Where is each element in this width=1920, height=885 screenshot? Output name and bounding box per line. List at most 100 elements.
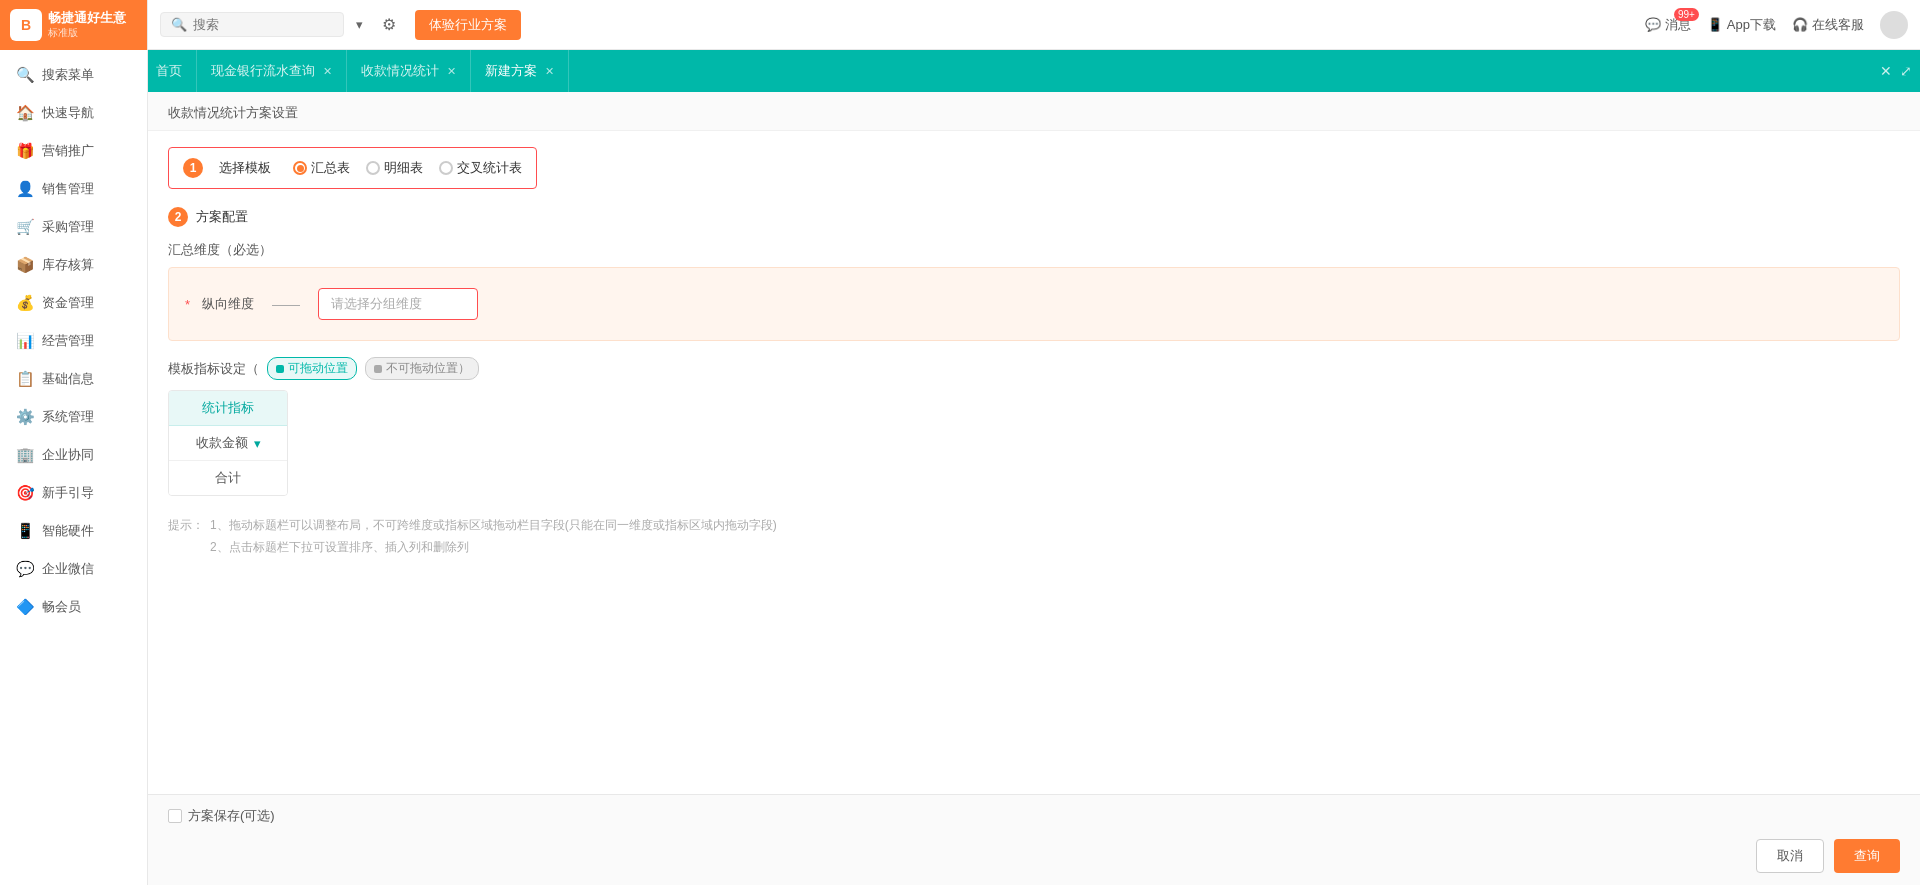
sidebar: B 畅捷通好生意 标准版 🔍 搜索菜单 🏠 快速导航 🎁 营销推广 👤 销售管理… <box>0 0 148 885</box>
message-icon: 💬 <box>1645 17 1661 32</box>
avatar[interactable] <box>1880 11 1908 39</box>
sidebar-item-basic-info[interactable]: 📋 基础信息 <box>0 360 147 398</box>
topbar-right: 💬 消息 99+ 📱 App下载 🎧 在线客服 <box>1645 11 1908 39</box>
app-download-btn[interactable]: 📱 App下载 <box>1707 16 1776 34</box>
search-menu-icon: 🔍 <box>16 66 34 84</box>
metrics-setting: 模板指标设定（ 可拖动位置 不可拖动位置） 统计 <box>168 357 1900 499</box>
tab-bank-flow-label: 现金银行流水查询 <box>211 62 315 80</box>
step2-header: 2 方案配置 <box>168 207 1900 227</box>
step2-badge: 2 <box>168 207 188 227</box>
service-label: 在线客服 <box>1812 16 1864 34</box>
groupby-dimension-select[interactable]: 请选择分组维度 <box>318 288 478 320</box>
sidebar-item-label: 资金管理 <box>42 294 94 312</box>
step2-section: 2 方案配置 汇总维度（必选） * 纵向维度 —— 请选择分组维度 <box>168 207 1900 558</box>
message-btn[interactable]: 💬 消息 99+ <box>1645 16 1691 34</box>
radio-detail[interactable]: 明细表 <box>366 159 423 177</box>
radio-summary[interactable]: 汇总表 <box>293 159 350 177</box>
app-icon: 📱 <box>1707 17 1723 32</box>
sidebar-item-quick-nav[interactable]: 🏠 快速导航 <box>0 94 147 132</box>
sidebar-item-system[interactable]: ⚙️ 系统管理 <box>0 398 147 436</box>
tabbar-actions: ✕ ⤢ <box>1880 63 1912 79</box>
sidebar-item-operation[interactable]: 📊 经营管理 <box>0 322 147 360</box>
main-area: 🔍 ▾ ⚙ 体验行业方案 💬 消息 99+ 📱 App下载 🎧 在线客服 <box>148 0 1920 885</box>
sidebar-item-label: 系统管理 <box>42 408 94 426</box>
step1-label: 选择模板 <box>219 159 271 177</box>
sidebar-item-label: 基础信息 <box>42 370 94 388</box>
sidebar-item-label: 智能硬件 <box>42 522 94 540</box>
bottom-bar: 方案保存(可选) 取消 查询 <box>148 794 1920 885</box>
collection-amount-dropdown[interactable]: ▾ <box>254 436 261 451</box>
sidebar-item-label: 销售管理 <box>42 180 94 198</box>
sidebar-item-sales[interactable]: 👤 销售管理 <box>0 170 147 208</box>
dimension-label: 汇总维度（必选） <box>168 241 1900 259</box>
chat-icon: 💬 <box>16 560 34 578</box>
sidebar-logo: B 畅捷通好生意 标准版 <box>0 0 147 50</box>
sidebar-item-label: 畅会员 <box>42 598 81 616</box>
content-area: 收款情况统计方案设置 1 选择模板 汇总表 <box>148 92 1920 885</box>
dimension-area: * 纵向维度 —— 请选择分组维度 <box>168 267 1900 341</box>
settings-icon[interactable]: ⚙ <box>375 11 403 39</box>
sidebar-item-search-menu[interactable]: 🔍 搜索菜单 <box>0 56 147 94</box>
cart-icon: 🛒 <box>16 218 34 236</box>
sidebar-item-purchase[interactable]: 🛒 采购管理 <box>0 208 147 246</box>
sidebar-item-inventory[interactable]: 📦 库存核算 <box>0 246 147 284</box>
sidebar-item-label: 经营管理 <box>42 332 94 350</box>
step1-badge: 1 <box>183 158 203 178</box>
tabbar: 首页 现金银行流水查询 ✕ 收款情况统计 ✕ 新建方案 ✕ ✕ ⤢ <box>148 50 1920 92</box>
sidebar-item-hardware[interactable]: 📱 智能硬件 <box>0 512 147 550</box>
required-mark: * <box>185 297 190 312</box>
clipboard-icon: 📋 <box>16 370 34 388</box>
tab-bank-flow[interactable]: 现金银行流水查询 ✕ <box>197 50 347 92</box>
sidebar-item-label: 采购管理 <box>42 218 94 236</box>
radio-summary-dot <box>297 165 304 172</box>
sidebar-item-member[interactable]: 🔷 畅会员 <box>0 588 147 626</box>
gear-icon: ⚙️ <box>16 408 34 426</box>
arrow-icon: —— <box>272 296 300 312</box>
tab-home[interactable]: 首页 <box>156 50 197 92</box>
no-move-tag: 不可拖动位置） <box>365 357 479 380</box>
tab-maximize-btn[interactable]: ⤢ <box>1900 63 1912 79</box>
sidebar-item-label: 快速导航 <box>42 104 94 122</box>
service-btn[interactable]: 🎧 在线客服 <box>1792 16 1864 34</box>
tab-collection-stat[interactable]: 收款情况统计 ✕ <box>347 50 471 92</box>
sidebar-item-marketing[interactable]: 🎁 营销推广 <box>0 132 147 170</box>
gift-icon: 🎁 <box>16 142 34 160</box>
query-button[interactable]: 查询 <box>1834 839 1900 873</box>
search-input[interactable] <box>193 17 333 32</box>
tab-new-plan[interactable]: 新建方案 ✕ <box>471 50 569 92</box>
vertical-label: 纵向维度 <box>202 295 254 313</box>
cancel-button[interactable]: 取消 <box>1756 839 1824 873</box>
tab-collection-stat-close[interactable]: ✕ <box>447 65 456 78</box>
tab-new-plan-close[interactable]: ✕ <box>545 65 554 78</box>
search-box[interactable]: 🔍 <box>160 12 344 37</box>
tip-text-2: 2、点击标题栏下拉可设置排序、插入列和删除列 <box>210 537 469 559</box>
movable-indicator <box>276 365 284 373</box>
sidebar-item-label: 新手引导 <box>42 484 94 502</box>
sidebar-item-wechat[interactable]: 💬 企业微信 <box>0 550 147 588</box>
save-checkbox[interactable] <box>168 809 182 823</box>
device-icon: 📱 <box>16 522 34 540</box>
tab-home-label: 首页 <box>156 62 182 80</box>
tip-line-2: 提示： 2、点击标题栏下拉可设置排序、插入列和删除列 <box>168 537 1900 559</box>
radio-cross-circle <box>439 161 453 175</box>
metrics-cell-collection-amount: 收款金额 ▾ <box>169 426 287 461</box>
tip-line-1: 提示： 1、拖动标题栏可以调整布局，不可跨维度或指标区域拖动栏目字段(只能在同一… <box>168 515 1900 537</box>
sidebar-item-guide[interactable]: 🎯 新手引导 <box>0 474 147 512</box>
tab-close-window-btn[interactable]: ✕ <box>1880 63 1892 79</box>
search-dropdown-icon[interactable]: ▾ <box>356 17 363 32</box>
industry-btn[interactable]: 体验行业方案 <box>415 10 521 40</box>
home-icon: 🏠 <box>16 104 34 122</box>
radio-cross[interactable]: 交叉统计表 <box>439 159 522 177</box>
app-label: App下载 <box>1727 16 1776 34</box>
sidebar-item-label: 企业协同 <box>42 446 94 464</box>
tab-bank-flow-close[interactable]: ✕ <box>323 65 332 78</box>
metrics-cell-total: 合计 <box>169 461 287 495</box>
sidebar-item-enterprise[interactable]: 🏢 企业协同 <box>0 436 147 474</box>
save-label: 方案保存(可选) <box>188 807 275 825</box>
metrics-col-header: 统计指标 <box>169 391 287 426</box>
step1-section: 1 选择模板 汇总表 明细表 <box>168 147 1900 189</box>
sidebar-item-finance[interactable]: 💰 资金管理 <box>0 284 147 322</box>
breadcrumb: 收款情况统计方案设置 <box>148 92 1920 131</box>
dimension-row: * 纵向维度 —— 请选择分组维度 <box>185 288 1883 320</box>
building-icon: 🏢 <box>16 446 34 464</box>
